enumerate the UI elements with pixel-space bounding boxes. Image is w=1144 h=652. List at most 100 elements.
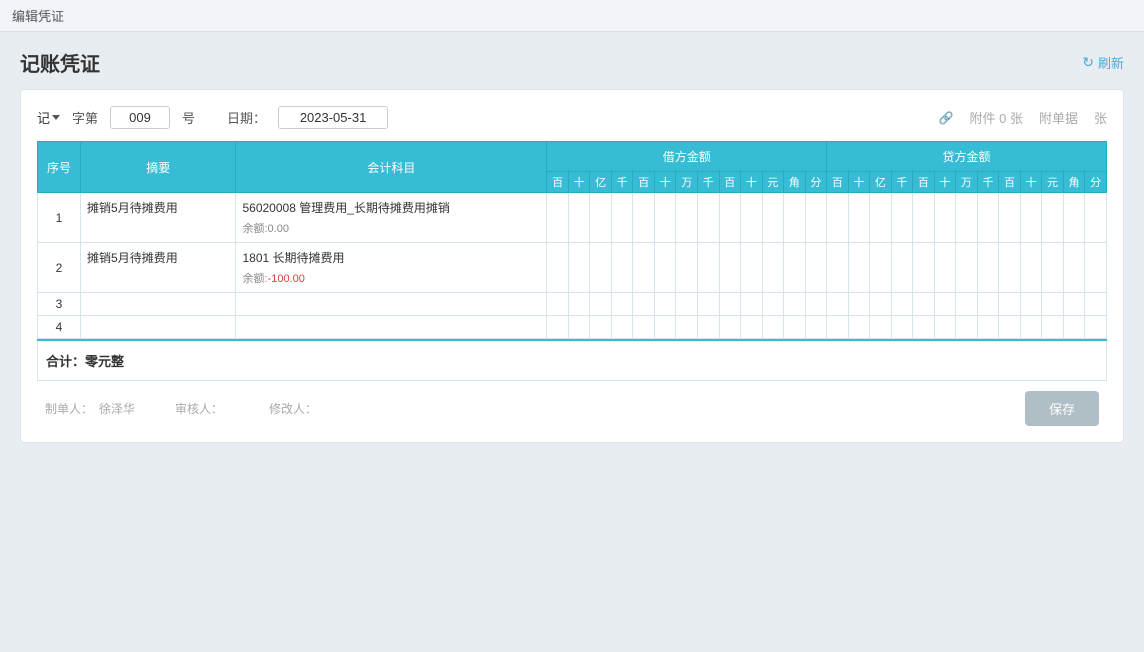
credit-digit-r1-c9[interactable] bbox=[1020, 243, 1042, 293]
row-account-0[interactable]: 56020008 管理费用_长期待摊费用摊销余额:0.00 bbox=[236, 193, 547, 243]
credit-digit-r3-c11[interactable] bbox=[1063, 316, 1085, 339]
debit-digit-r0-c8[interactable] bbox=[719, 193, 741, 243]
debit-digit-r2-c2[interactable] bbox=[590, 293, 612, 316]
credit-digit-r0-c7[interactable] bbox=[977, 193, 999, 243]
credit-digit-r2-c3[interactable] bbox=[891, 293, 913, 316]
zi-input[interactable] bbox=[110, 106, 170, 129]
credit-digit-r2-c9[interactable] bbox=[1020, 293, 1042, 316]
refresh-button[interactable]: ↻ 刷新 bbox=[1082, 53, 1124, 72]
credit-digit-r0-c4[interactable] bbox=[913, 193, 935, 243]
credit-digit-r2-c4[interactable] bbox=[913, 293, 935, 316]
debit-digit-r0-c11[interactable] bbox=[784, 193, 806, 243]
credit-digit-r2-c12[interactable] bbox=[1085, 293, 1107, 316]
debit-digit-r1-c10[interactable] bbox=[762, 243, 784, 293]
debit-digit-r2-c4[interactable] bbox=[633, 293, 655, 316]
debit-digit-r1-c4[interactable] bbox=[633, 243, 655, 293]
save-button[interactable]: 保存 bbox=[1025, 391, 1099, 426]
credit-digit-r3-c7[interactable] bbox=[977, 316, 999, 339]
credit-digit-r3-c8[interactable] bbox=[999, 316, 1021, 339]
debit-digit-r3-c4[interactable] bbox=[633, 316, 655, 339]
credit-digit-r2-c7[interactable] bbox=[977, 293, 999, 316]
debit-digit-r3-c10[interactable] bbox=[762, 316, 784, 339]
debit-digit-r0-c9[interactable] bbox=[741, 193, 763, 243]
credit-digit-r0-c3[interactable] bbox=[891, 193, 913, 243]
credit-digit-r0-c0[interactable] bbox=[827, 193, 849, 243]
credit-digit-r1-c4[interactable] bbox=[913, 243, 935, 293]
credit-digit-r1-c3[interactable] bbox=[891, 243, 913, 293]
credit-digit-r3-c10[interactable] bbox=[1042, 316, 1064, 339]
debit-digit-r0-c10[interactable] bbox=[762, 193, 784, 243]
credit-digit-r0-c11[interactable] bbox=[1063, 193, 1085, 243]
row-summary-0[interactable]: 摊销5月待摊费用 bbox=[81, 193, 236, 243]
credit-digit-r3-c2[interactable] bbox=[870, 316, 892, 339]
credit-digit-r3-c0[interactable] bbox=[827, 316, 849, 339]
debit-digit-r3-c3[interactable] bbox=[611, 316, 633, 339]
debit-digit-r1-c5[interactable] bbox=[654, 243, 676, 293]
debit-digit-r0-c4[interactable] bbox=[633, 193, 655, 243]
debit-digit-r2-c12[interactable] bbox=[805, 293, 827, 316]
credit-digit-r3-c9[interactable] bbox=[1020, 316, 1042, 339]
debit-digit-r3-c7[interactable] bbox=[697, 316, 719, 339]
ji-dropdown-button[interactable]: 记 bbox=[37, 108, 60, 127]
debit-digit-r3-c2[interactable] bbox=[590, 316, 612, 339]
credit-digit-r0-c1[interactable] bbox=[848, 193, 870, 243]
credit-digit-r3-c5[interactable] bbox=[934, 316, 956, 339]
credit-digit-r0-c5[interactable] bbox=[934, 193, 956, 243]
debit-digit-r1-c8[interactable] bbox=[719, 243, 741, 293]
debit-digit-r2-c5[interactable] bbox=[654, 293, 676, 316]
credit-digit-r3-c4[interactable] bbox=[913, 316, 935, 339]
row-account-3[interactable] bbox=[236, 316, 547, 339]
credit-digit-r1-c0[interactable] bbox=[827, 243, 849, 293]
debit-digit-r1-c0[interactable] bbox=[547, 243, 569, 293]
debit-digit-r3-c1[interactable] bbox=[568, 316, 590, 339]
debit-digit-r3-c12[interactable] bbox=[805, 316, 827, 339]
credit-digit-r0-c10[interactable] bbox=[1042, 193, 1064, 243]
debit-digit-r0-c0[interactable] bbox=[547, 193, 569, 243]
credit-digit-r1-c11[interactable] bbox=[1063, 243, 1085, 293]
credit-digit-r1-c5[interactable] bbox=[934, 243, 956, 293]
date-input[interactable] bbox=[278, 106, 388, 129]
debit-digit-r0-c3[interactable] bbox=[611, 193, 633, 243]
credit-digit-r1-c8[interactable] bbox=[999, 243, 1021, 293]
row-summary-2[interactable] bbox=[81, 293, 236, 316]
debit-digit-r1-c12[interactable] bbox=[805, 243, 827, 293]
row-summary-3[interactable] bbox=[81, 316, 236, 339]
credit-digit-r1-c6[interactable] bbox=[956, 243, 978, 293]
debit-digit-r2-c6[interactable] bbox=[676, 293, 698, 316]
credit-digit-r2-c0[interactable] bbox=[827, 293, 849, 316]
credit-digit-r0-c8[interactable] bbox=[999, 193, 1021, 243]
credit-digit-r3-c1[interactable] bbox=[848, 316, 870, 339]
debit-digit-r0-c5[interactable] bbox=[654, 193, 676, 243]
credit-digit-r0-c9[interactable] bbox=[1020, 193, 1042, 243]
credit-digit-r2-c8[interactable] bbox=[999, 293, 1021, 316]
credit-digit-r2-c6[interactable] bbox=[956, 293, 978, 316]
debit-digit-r3-c6[interactable] bbox=[676, 316, 698, 339]
credit-digit-r2-c10[interactable] bbox=[1042, 293, 1064, 316]
credit-digit-r0-c12[interactable] bbox=[1085, 193, 1107, 243]
credit-digit-r1-c12[interactable] bbox=[1085, 243, 1107, 293]
debit-digit-r2-c10[interactable] bbox=[762, 293, 784, 316]
debit-digit-r0-c2[interactable] bbox=[590, 193, 612, 243]
credit-digit-r3-c12[interactable] bbox=[1085, 316, 1107, 339]
debit-digit-r3-c8[interactable] bbox=[719, 316, 741, 339]
row-account-2[interactable] bbox=[236, 293, 547, 316]
debit-digit-r0-c12[interactable] bbox=[805, 193, 827, 243]
debit-digit-r2-c9[interactable] bbox=[741, 293, 763, 316]
credit-digit-r3-c3[interactable] bbox=[891, 316, 913, 339]
debit-digit-r3-c0[interactable] bbox=[547, 316, 569, 339]
debit-digit-r2-c3[interactable] bbox=[611, 293, 633, 316]
credit-digit-r2-c2[interactable] bbox=[870, 293, 892, 316]
credit-digit-r2-c5[interactable] bbox=[934, 293, 956, 316]
debit-digit-r1-c11[interactable] bbox=[784, 243, 806, 293]
debit-digit-r2-c11[interactable] bbox=[784, 293, 806, 316]
credit-digit-r2-c1[interactable] bbox=[848, 293, 870, 316]
debit-digit-r2-c0[interactable] bbox=[547, 293, 569, 316]
row-summary-1[interactable]: 摊销5月待摊费用 bbox=[81, 243, 236, 293]
debit-digit-r3-c5[interactable] bbox=[654, 316, 676, 339]
debit-digit-r1-c7[interactable] bbox=[697, 243, 719, 293]
debit-digit-r2-c8[interactable] bbox=[719, 293, 741, 316]
debit-digit-r1-c3[interactable] bbox=[611, 243, 633, 293]
credit-digit-r0-c2[interactable] bbox=[870, 193, 892, 243]
debit-digit-r3-c11[interactable] bbox=[784, 316, 806, 339]
credit-digit-r1-c7[interactable] bbox=[977, 243, 999, 293]
